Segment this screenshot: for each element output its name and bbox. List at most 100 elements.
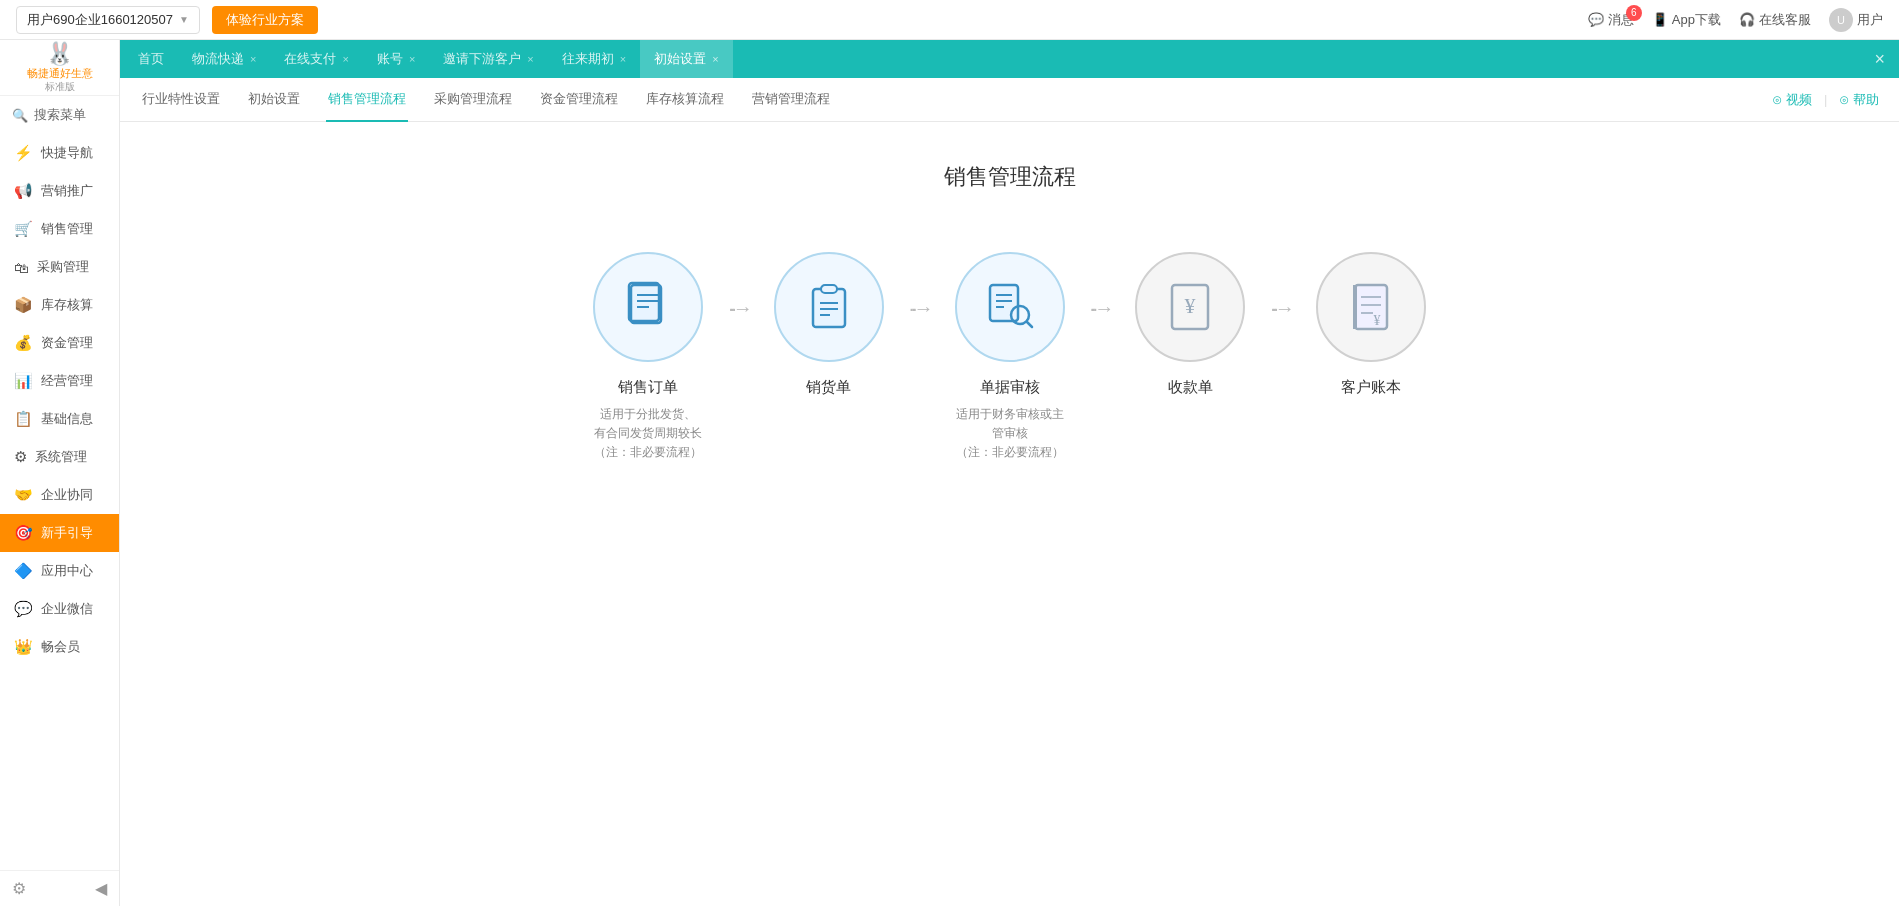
sidebar-item-enterprise-wechat[interactable]: 💬企业微信 — [0, 590, 119, 628]
nav-tabs-bar: 首页物流快递 ×在线支付 ×账号 ×邀请下游客户 ×往来期初 ×初始设置 × × — [120, 40, 1899, 78]
nav-tab-history[interactable]: 往来期初 × — [548, 40, 640, 78]
sub-tab-finance-flow[interactable]: 资金管理流程 — [538, 78, 620, 122]
search-menu-button[interactable]: 🔍 搜索菜单 — [0, 96, 119, 134]
quick-nav-icon: ⚡ — [14, 144, 33, 162]
main-content: 行业特性设置初始设置销售管理流程采购管理流程资金管理流程库存核算流程营销管理流程… — [120, 78, 1899, 906]
flow-title: 销售管理流程 — [180, 162, 1839, 192]
flow-arrow-3: ···→ — [1090, 252, 1111, 320]
sub-tab-inventory-flow[interactable]: 库存核算流程 — [644, 78, 726, 122]
sidebar-item-quick-nav[interactable]: ⚡ 快捷导航 — [0, 134, 119, 172]
close-all-tabs-button[interactable]: × — [1864, 49, 1895, 70]
sidebar-nav: ⚡ 快捷导航 📢营销推广🛒销售管理🛍采购管理📦库存核算 💰 资金管理 📊经营管理📋基础信息… — [0, 134, 119, 666]
app-download-label: App下载 — [1672, 11, 1721, 29]
nav-tab-invite[interactable]: 邀请下游客户 × — [429, 40, 547, 78]
app-download-button[interactable]: 📱 App下载 — [1652, 11, 1721, 29]
step-circle-doc-review — [955, 252, 1065, 362]
top-bar-left: 用户690企业1660120507 ▼ 体验行业方案 — [16, 6, 318, 34]
phone-icon: 📱 — [1652, 12, 1668, 27]
tab-label: 往来期初 — [562, 50, 614, 68]
flow-steps: 销售订单 适用于分批发货、有合同发货周期较长（注：非必要流程） ···→ 销货单… — [180, 252, 1839, 463]
tab-close-icon[interactable]: × — [250, 53, 256, 65]
marketing-promo-icon: 📢 — [14, 182, 33, 200]
finance-mgmt-icon: 💰 — [14, 334, 33, 352]
nav-tab-account[interactable]: 账号 × — [363, 40, 429, 78]
sidebar-item-label: 资金管理 — [41, 334, 93, 352]
sidebar-item-marketing-promo[interactable]: 📢营销推广 — [0, 172, 119, 210]
flow-step-sales-order[interactable]: 销售订单 适用于分批发货、有合同发货周期较长（注：非必要流程） — [568, 252, 728, 463]
flow-arrow-1: ···→ — [728, 252, 749, 320]
sidebar-logo[interactable]: 🐰 畅捷通好生意 标准版 — [0, 40, 119, 96]
svg-text:¥: ¥ — [1185, 293, 1196, 318]
message-badge: 6 — [1626, 5, 1642, 21]
user-name-label: 用户 — [1857, 11, 1883, 29]
tab-label: 账号 — [377, 50, 403, 68]
collapse-icon[interactable]: ◀ — [95, 879, 107, 898]
video-help-link[interactable]: ⊙ 视频 — [1772, 91, 1812, 109]
sidebar-item-app-center[interactable]: 🔷应用中心 — [0, 552, 119, 590]
tab-close-icon[interactable]: × — [342, 53, 348, 65]
sidebar-item-label: 系统管理 — [35, 448, 87, 466]
step-circle-customer-ledger: ¥ — [1316, 252, 1426, 362]
sidebar-item-ops-mgmt[interactable]: 📊经营管理 — [0, 362, 119, 400]
sidebar-item-inventory[interactable]: 📦库存核算 — [0, 286, 119, 324]
sub-tab-marketing-flow[interactable]: 营销管理流程 — [750, 78, 832, 122]
step-circle-receipt: ¥ — [1135, 252, 1245, 362]
online-service-label: 在线客服 — [1759, 11, 1811, 29]
step-desc-doc-review: 适用于财务审核或主管审核（注：非必要流程） — [956, 405, 1064, 463]
online-service-button[interactable]: 🎧 在线客服 — [1739, 11, 1811, 29]
step-circle-sales-invoice — [774, 252, 884, 362]
logo-main-text: 畅捷通好生意 — [27, 67, 93, 80]
nav-tab-init-settings[interactable]: 初始设置 × — [640, 40, 732, 78]
flow-step-receipt[interactable]: ¥ 收款单 — [1110, 252, 1270, 405]
sidebar-item-enterprise-coop[interactable]: 🤝企业协同 — [0, 476, 119, 514]
sidebar-item-label: 新手引导 — [41, 524, 93, 542]
nav-tab-home[interactable]: 首页 — [124, 40, 178, 78]
flow-step-doc-review[interactable]: 单据审核 适用于财务审核或主管审核（注：非必要流程） — [930, 252, 1090, 463]
app-center-icon: 🔷 — [14, 562, 33, 580]
nav-tabs: 首页物流快递 ×在线支付 ×账号 ×邀请下游客户 ×往来期初 ×初始设置 × — [124, 40, 733, 78]
step-name-receipt: 收款单 — [1168, 378, 1213, 397]
sidebar-item-finance-mgmt[interactable]: 💰 资金管理 — [0, 324, 119, 362]
step-name-sales-invoice: 销货单 — [806, 378, 851, 397]
tab-label: 在线支付 — [284, 50, 336, 68]
tab-close-icon[interactable]: × — [712, 53, 718, 65]
nav-tab-payment[interactable]: 在线支付 × — [270, 40, 362, 78]
sidebar-item-vip[interactable]: 👑畅会员 — [0, 628, 119, 666]
sidebar-item-label: 库存核算 — [41, 296, 93, 314]
sidebar-item-sales-mgmt[interactable]: 🛒销售管理 — [0, 210, 119, 248]
sidebar-item-purchase-mgmt[interactable]: 🛍采购管理 — [0, 248, 119, 286]
tab-close-icon[interactable]: × — [527, 53, 533, 65]
sub-tabs: 行业特性设置初始设置销售管理流程采购管理流程资金管理流程库存核算流程营销管理流程… — [120, 78, 1899, 122]
sub-tab-industry-settings[interactable]: 行业特性设置 — [140, 78, 222, 122]
svg-text:¥: ¥ — [1373, 313, 1380, 328]
headset-icon: 🎧 — [1739, 12, 1755, 27]
step-desc-sales-order: 适用于分批发货、有合同发货周期较长（注：非必要流程） — [594, 405, 702, 463]
sidebar-item-basic-info[interactable]: 📋基础信息 — [0, 400, 119, 438]
tab-close-icon[interactable]: × — [409, 53, 415, 65]
sub-tab-purchase-flow[interactable]: 采购管理流程 — [432, 78, 514, 122]
user-selector[interactable]: 用户690企业1660120507 ▼ — [16, 6, 200, 34]
flow-step-sales-invoice[interactable]: 销货单 — [749, 252, 909, 405]
purchase-mgmt-icon: 🛍 — [14, 259, 29, 276]
settings-icon[interactable]: ⚙ — [12, 879, 26, 898]
sidebar-item-newbie-guide[interactable]: 🎯新手引导 — [0, 514, 119, 552]
flow-step-customer-ledger[interactable]: ¥ 客户账本 — [1291, 252, 1451, 405]
user-menu[interactable]: U 用户 — [1829, 8, 1883, 32]
svg-rect-10 — [990, 285, 1018, 321]
message-button[interactable]: 💬 消息 6 — [1588, 11, 1634, 29]
ops-mgmt-icon: 📊 — [14, 372, 33, 390]
help-link[interactable]: ⊙ 帮助 — [1839, 91, 1879, 109]
sub-tab-sales-flow[interactable]: 销售管理流程 — [326, 78, 408, 122]
vip-icon: 👑 — [14, 638, 33, 656]
logo-sub-text: 标准版 — [45, 80, 75, 94]
nav-tab-logistics[interactable]: 物流快递 × — [178, 40, 270, 78]
sidebar-item-label: 销售管理 — [41, 220, 93, 238]
enterprise-wechat-icon: 💬 — [14, 600, 33, 618]
tab-close-icon[interactable]: × — [620, 53, 626, 65]
experience-button[interactable]: 体验行业方案 — [212, 6, 318, 34]
sidebar-item-label: 快捷导航 — [41, 144, 93, 162]
sidebar-item-sys-mgmt[interactable]: ⚙系统管理 — [0, 438, 119, 476]
sub-tab-init-settings[interactable]: 初始设置 — [246, 78, 302, 122]
sidebar-item-label: 企业协同 — [41, 486, 93, 504]
flow-container: 销售管理流程 销售订单 适用于分批发货、有合同发货周期较长（注：非必要流程） ·… — [120, 122, 1899, 503]
